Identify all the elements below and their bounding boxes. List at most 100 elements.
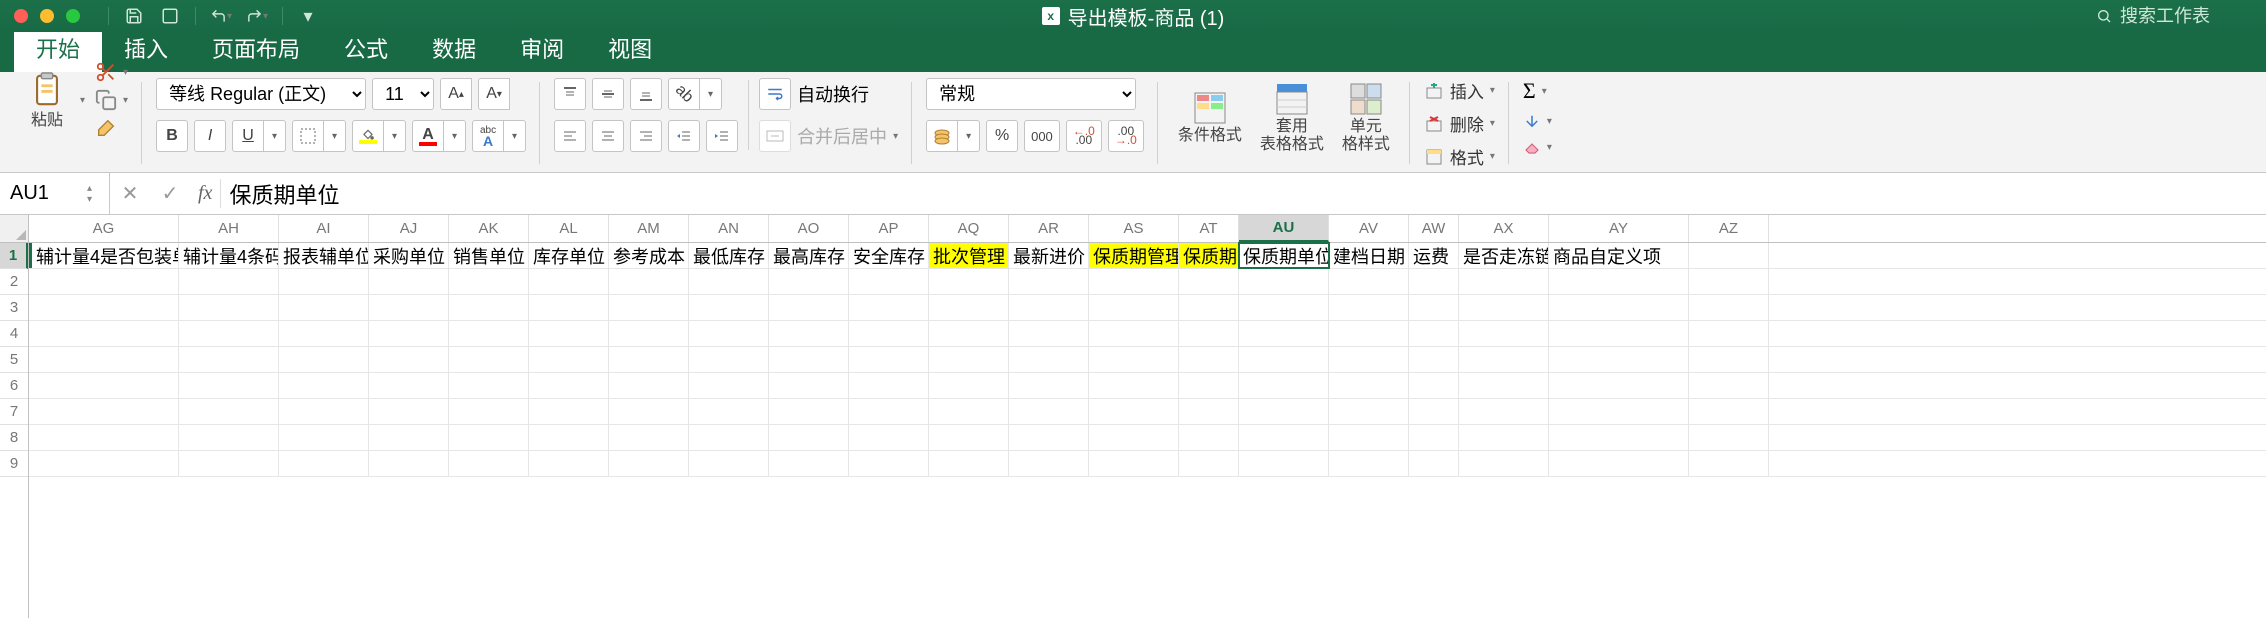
fill-color-button[interactable]: ▾ <box>352 120 406 152</box>
cell-AM4[interactable] <box>609 321 689 346</box>
minimize-icon[interactable] <box>40 9 54 23</box>
cell-AX6[interactable] <box>1459 373 1549 398</box>
name-box[interactable]: AU1 ▴▾ <box>0 173 110 215</box>
cell-AY3[interactable] <box>1549 295 1689 320</box>
cell-AZ5[interactable] <box>1689 347 1769 372</box>
cell-AM8[interactable] <box>609 425 689 450</box>
cell-AM5[interactable] <box>609 347 689 372</box>
cell-AX7[interactable] <box>1459 399 1549 424</box>
cell-AZ6[interactable] <box>1689 373 1769 398</box>
decrease-decimal-button[interactable]: .00→.0 <box>1108 120 1144 152</box>
cell-AK5[interactable] <box>449 347 529 372</box>
cell-AK8[interactable] <box>449 425 529 450</box>
cell-AQ8[interactable] <box>929 425 1009 450</box>
cell-AO6[interactable] <box>769 373 849 398</box>
cell-AU6[interactable] <box>1239 373 1329 398</box>
align-bottom-button[interactable] <box>630 78 662 110</box>
cell-AV2[interactable] <box>1329 269 1409 294</box>
comma-button[interactable]: 000 <box>1024 120 1060 152</box>
cell-AX3[interactable] <box>1459 295 1549 320</box>
font-color-button[interactable]: A▾ <box>412 120 466 152</box>
cell-AM2[interactable] <box>609 269 689 294</box>
cell-AR1[interactable]: 最新进价 <box>1009 243 1089 268</box>
cell-AK2[interactable] <box>449 269 529 294</box>
cell-AY9[interactable] <box>1549 451 1689 476</box>
cell-AH7[interactable] <box>179 399 279 424</box>
cell-AK6[interactable] <box>449 373 529 398</box>
cell-AN6[interactable] <box>689 373 769 398</box>
cell-AU4[interactable] <box>1239 321 1329 346</box>
cell-AH1[interactable]: 辅计量4条码 <box>179 243 279 268</box>
cell-AQ6[interactable] <box>929 373 1009 398</box>
col-header-AU[interactable]: AU <box>1239 215 1329 242</box>
undo-icon[interactable]: ▾ <box>210 5 232 27</box>
increase-font-button[interactable]: A▴ <box>440 78 472 110</box>
cell-AM9[interactable] <box>609 451 689 476</box>
cell-AN3[interactable] <box>689 295 769 320</box>
cell-AZ3[interactable] <box>1689 295 1769 320</box>
decrease-font-button[interactable]: A▾ <box>478 78 510 110</box>
increase-indent-button[interactable] <box>706 120 738 152</box>
cell-AX2[interactable] <box>1459 269 1549 294</box>
cell-AG3[interactable] <box>29 295 179 320</box>
cell-AS9[interactable] <box>1089 451 1179 476</box>
underline-button[interactable]: U▾ <box>232 120 286 152</box>
select-all-corner[interactable] <box>0 215 28 243</box>
cell-AL7[interactable] <box>529 399 609 424</box>
cell-AI6[interactable] <box>279 373 369 398</box>
cell-AH9[interactable] <box>179 451 279 476</box>
cell-AS4[interactable] <box>1089 321 1179 346</box>
cell-AX5[interactable] <box>1459 347 1549 372</box>
col-header-AL[interactable]: AL <box>529 215 609 242</box>
cell-AT1[interactable]: 保质期 <box>1179 243 1239 268</box>
cell-AN8[interactable] <box>689 425 769 450</box>
cell-AR3[interactable] <box>1009 295 1089 320</box>
cell-AM3[interactable] <box>609 295 689 320</box>
paste-button[interactable]: 粘贴 <box>24 66 70 134</box>
cell-AO4[interactable] <box>769 321 849 346</box>
cell-AG8[interactable] <box>29 425 179 450</box>
cell-AH2[interactable] <box>179 269 279 294</box>
cell-AI9[interactable] <box>279 451 369 476</box>
col-header-AJ[interactable]: AJ <box>369 215 449 242</box>
insert-row-button[interactable]: 插入▾ <box>1424 78 1495 103</box>
cells-area[interactable]: 辅计量4是否包装单位辅计量4条码报表辅单位采购单位销售单位库存单位参考成本最低库… <box>29 243 2266 477</box>
cell-AG1[interactable]: 辅计量4是否包装单位 <box>29 243 179 268</box>
cell-AL5[interactable] <box>529 347 609 372</box>
decrease-indent-button[interactable] <box>668 120 700 152</box>
cell-AH5[interactable] <box>179 347 279 372</box>
cell-AT8[interactable] <box>1179 425 1239 450</box>
cell-AV6[interactable] <box>1329 373 1409 398</box>
cell-AP2[interactable] <box>849 269 929 294</box>
cell-AW1[interactable]: 运费 <box>1409 243 1459 268</box>
cell-AZ8[interactable] <box>1689 425 1769 450</box>
row-header-8[interactable]: 8 <box>0 425 28 451</box>
align-middle-button[interactable] <box>592 78 624 110</box>
cell-AQ1[interactable]: 批次管理 <box>929 243 1009 268</box>
cell-AS2[interactable] <box>1089 269 1179 294</box>
col-header-AQ[interactable]: AQ <box>929 215 1009 242</box>
col-header-AH[interactable]: AH <box>179 215 279 242</box>
cell-AH3[interactable] <box>179 295 279 320</box>
row-header-5[interactable]: 5 <box>0 347 28 373</box>
cell-AR7[interactable] <box>1009 399 1089 424</box>
cell-AR8[interactable] <box>1009 425 1089 450</box>
cell-AT6[interactable] <box>1179 373 1239 398</box>
phonetic-button[interactable]: abcA▾ <box>472 120 526 152</box>
increase-decimal-button[interactable]: ←.0.00 <box>1066 120 1102 152</box>
cell-AZ4[interactable] <box>1689 321 1769 346</box>
currency-button[interactable]: ▾ <box>926 120 980 152</box>
cell-AL3[interactable] <box>529 295 609 320</box>
cell-AG5[interactable] <box>29 347 179 372</box>
col-header-AM[interactable]: AM <box>609 215 689 242</box>
cell-AP8[interactable] <box>849 425 929 450</box>
col-header-AK[interactable]: AK <box>449 215 529 242</box>
italic-button[interactable]: I <box>194 120 226 152</box>
col-header-AZ[interactable]: AZ <box>1689 215 1769 242</box>
cell-AW5[interactable] <box>1409 347 1459 372</box>
save-icon[interactable] <box>123 5 145 27</box>
cell-AO8[interactable] <box>769 425 849 450</box>
cell-AY5[interactable] <box>1549 347 1689 372</box>
cell-AW2[interactable] <box>1409 269 1459 294</box>
cell-AY7[interactable] <box>1549 399 1689 424</box>
